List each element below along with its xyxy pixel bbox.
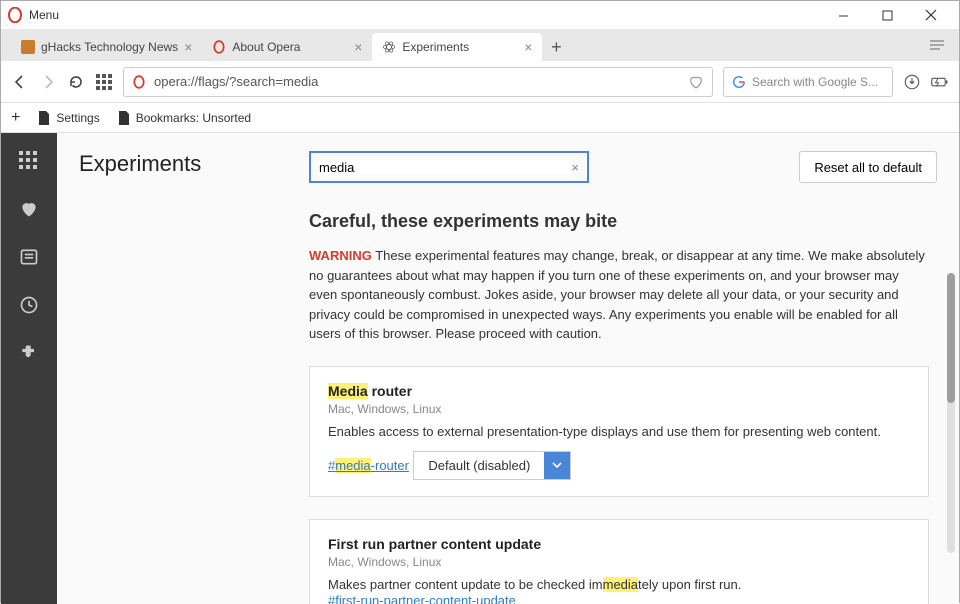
- flag-select[interactable]: Default (disabled): [413, 451, 571, 480]
- warning-body: These experimental features may change, …: [309, 248, 925, 341]
- url-field[interactable]: opera://flags/?search=media: [123, 67, 713, 97]
- chevron-down-icon: [544, 452, 570, 479]
- history-sidebar-icon[interactable]: [19, 295, 39, 315]
- page-title: Experiments: [79, 151, 279, 177]
- flag-platforms: Mac, Windows, Linux: [328, 555, 910, 569]
- heart-icon[interactable]: [688, 74, 704, 90]
- tab-label: Experiments: [402, 40, 469, 54]
- file-icon: [118, 111, 130, 125]
- tab-about-opera[interactable]: About Opera ×: [202, 33, 372, 61]
- bookmark-label: Bookmarks: Unsorted: [136, 111, 251, 125]
- speed-dial-sidebar-icon[interactable]: [19, 151, 39, 171]
- left-sidebar: [1, 133, 57, 604]
- downloads-button[interactable]: [903, 73, 921, 91]
- clear-search-icon[interactable]: ×: [571, 160, 579, 175]
- tab-menu-button[interactable]: [915, 29, 959, 61]
- address-bar: opera://flags/?search=media Search with …: [1, 61, 959, 103]
- tab-ghacks[interactable]: gHacks Technology News ×: [11, 33, 202, 61]
- bookmark-label: Settings: [56, 111, 99, 125]
- close-tab-icon[interactable]: ×: [184, 39, 192, 55]
- page-content: Experiments × Reset all to default Caref…: [57, 133, 959, 604]
- flag-description: Makes partner content update to be check…: [328, 577, 910, 592]
- flag-select-value: Default (disabled): [414, 452, 544, 479]
- search-placeholder: Search with Google S...: [752, 75, 878, 89]
- flag-platforms: Mac, Windows, Linux: [328, 402, 910, 416]
- bookmarks-bar: + Settings Bookmarks: Unsorted: [1, 103, 959, 133]
- flags-search-input[interactable]: [319, 160, 571, 175]
- file-icon: [38, 111, 50, 125]
- flag-link[interactable]: #first-run-partner-content-update: [328, 593, 516, 604]
- opera-logo-icon: [7, 7, 23, 23]
- main-area: Experiments × Reset all to default Caref…: [1, 133, 959, 604]
- reload-button[interactable]: [67, 73, 85, 91]
- window-title: Menu: [29, 8, 59, 22]
- flag-card: Media router Mac, Windows, Linux Enables…: [309, 366, 929, 497]
- heart-sidebar-icon[interactable]: [19, 199, 39, 219]
- back-button[interactable]: [11, 73, 29, 91]
- tab-label: About Opera: [232, 40, 300, 54]
- scrollbar-thumb[interactable]: [947, 273, 955, 403]
- close-tab-icon[interactable]: ×: [524, 39, 532, 55]
- warning-label: WARNING: [309, 248, 372, 263]
- window-titlebar: Menu: [1, 1, 959, 29]
- scrollbar[interactable]: [947, 273, 955, 553]
- forward-button[interactable]: [39, 73, 57, 91]
- flag-link[interactable]: #media-router: [328, 458, 409, 473]
- new-tab-button[interactable]: +: [542, 33, 570, 61]
- reset-all-button[interactable]: Reset all to default: [799, 151, 937, 183]
- maximize-button[interactable]: [865, 1, 909, 29]
- add-bookmark-button[interactable]: +: [11, 109, 20, 127]
- warning-heading: Careful, these experiments may bite: [309, 211, 929, 232]
- flag-card: First run partner content update Mac, Wi…: [309, 519, 929, 604]
- tab-experiments[interactable]: Experiments ×: [372, 33, 542, 61]
- close-window-button[interactable]: [909, 1, 953, 29]
- tab-label: gHacks Technology News: [41, 40, 178, 54]
- google-icon: [732, 75, 746, 89]
- flag-title: First run partner content update: [328, 536, 910, 552]
- flag-title: Media router: [328, 383, 910, 399]
- flag-description: Enables access to external presentation-…: [328, 424, 910, 439]
- flags-search-box[interactable]: ×: [309, 151, 589, 183]
- url-text: opera://flags/?search=media: [154, 74, 680, 89]
- opera-url-icon: [132, 75, 146, 89]
- extensions-sidebar-icon[interactable]: [19, 343, 39, 363]
- opera-favicon-icon: [212, 40, 226, 54]
- atom-favicon-icon: [382, 40, 396, 54]
- search-field[interactable]: Search with Google S...: [723, 67, 893, 97]
- news-sidebar-icon[interactable]: [19, 247, 39, 267]
- minimize-button[interactable]: [821, 1, 865, 29]
- warning-text: WARNING These experimental features may …: [309, 246, 929, 344]
- unsorted-bookmark[interactable]: Bookmarks: Unsorted: [118, 111, 251, 125]
- speed-dial-button[interactable]: [95, 73, 113, 91]
- close-tab-icon[interactable]: ×: [354, 39, 362, 55]
- settings-bookmark[interactable]: Settings: [38, 111, 99, 125]
- battery-icon[interactable]: [931, 73, 949, 91]
- tab-bar: gHacks Technology News × About Opera × E…: [1, 29, 959, 61]
- ghacks-favicon-icon: [21, 40, 35, 54]
